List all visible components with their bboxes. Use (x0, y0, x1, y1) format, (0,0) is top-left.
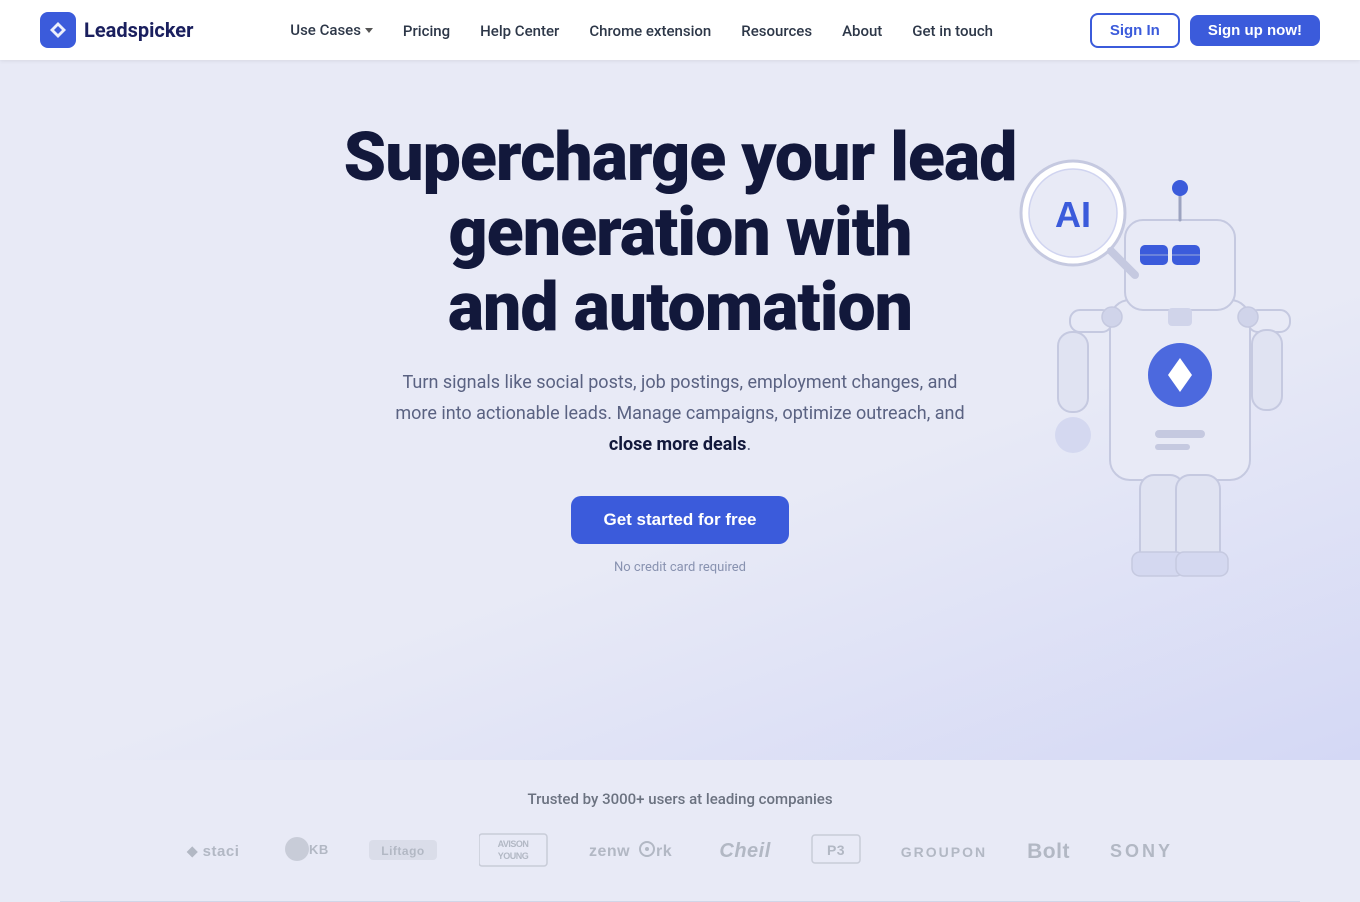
ai-magnifier-badge: AI (1015, 155, 1145, 289)
hero-subtitle-bold: close more deals (609, 434, 747, 455)
sign-up-button[interactable]: Sign up now! (1190, 15, 1320, 46)
nav-item-help[interactable]: Help Center (468, 21, 571, 40)
no-credit-text: No credit card required (344, 560, 1017, 575)
nav-item-chrome[interactable]: Chrome extension (577, 21, 723, 40)
svg-text:P3: P3 (827, 842, 845, 858)
logo-zenwork: zenw rk (589, 835, 679, 868)
nav-item-contact[interactable]: Get in touch (900, 21, 1005, 40)
logo-avison-young: AVISON YOUNG (479, 832, 549, 871)
nav-item-about[interactable]: About (830, 21, 894, 40)
nav-item-pricing[interactable]: Pricing (391, 21, 462, 40)
logo-cheil: Cheil (719, 840, 770, 863)
logo-p3: P3 (811, 834, 861, 869)
svg-text:zenw: zenw (589, 843, 630, 860)
svg-text:KBC: KBC (309, 842, 329, 857)
hero-content: Supercharge your lead generation with an… (344, 120, 1017, 575)
company-logos-row: ⬥ staci KBC Liftago AVISON YOUNG zenw (40, 832, 1320, 871)
svg-text:AI: AI (1055, 194, 1091, 235)
hero-section: AI Supercharge your lead generation with… (0, 60, 1360, 760)
svg-text:YOUNG: YOUNG (498, 851, 529, 861)
hero-title: Supercharge your lead generation with an… (344, 120, 1017, 344)
navbar: Leadspicker Use Cases Pricing Help Cente… (0, 0, 1360, 60)
svg-text:Liftago: Liftago (382, 844, 426, 858)
logo-kbc: KBC (279, 832, 329, 871)
logo-bolt: Bolt (1027, 840, 1070, 864)
logo-liftago: Liftago (369, 836, 439, 868)
logo-groupon: GROUPON (901, 844, 987, 860)
chevron-down-icon (365, 28, 373, 33)
main-nav: Use Cases Pricing Help Center Chrome ext… (278, 15, 1005, 45)
svg-text:rk: rk (656, 843, 672, 860)
logo-link[interactable]: Leadspicker (40, 12, 193, 48)
logo-icon (40, 12, 76, 48)
sign-in-button[interactable]: Sign In (1090, 13, 1180, 48)
cta-button[interactable]: Get started for free (571, 496, 788, 544)
nav-item-use-cases[interactable]: Use Cases (278, 15, 385, 45)
navbar-actions: Sign In Sign up now! (1090, 13, 1320, 48)
trusted-headline: Trusted by 3000+ users at leading compan… (40, 790, 1320, 808)
hero-subtitle: Turn signals like social posts, job post… (390, 368, 970, 460)
svg-text:AVISON: AVISON (498, 839, 529, 849)
logo-staci: ⬥ staci (187, 843, 239, 860)
trusted-section: Trusted by 3000+ users at leading compan… (0, 760, 1360, 891)
nav-item-resources[interactable]: Resources (729, 21, 824, 40)
logo-text: Leadspicker (84, 18, 193, 42)
